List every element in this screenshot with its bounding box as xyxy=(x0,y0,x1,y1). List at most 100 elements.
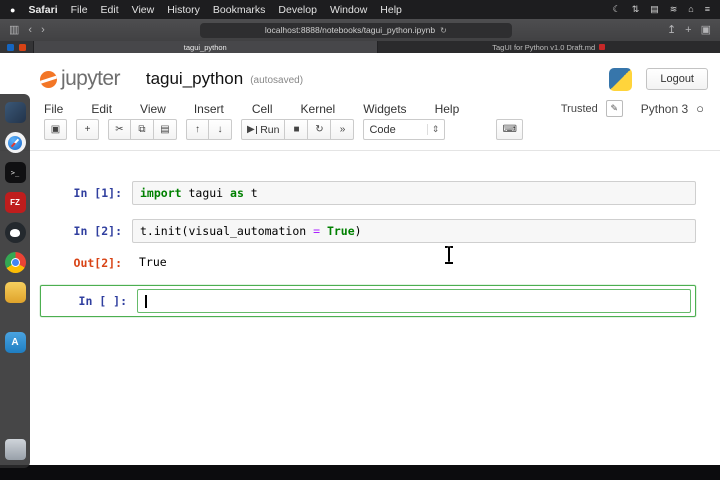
jupyter-logo[interactable]: jupyter xyxy=(40,67,120,91)
plus-icon: + xyxy=(84,124,91,135)
code-token: t.init(visual_automation xyxy=(140,224,314,238)
paste-icon: ▤ xyxy=(160,124,170,135)
arrow-up-icon: ↑ xyxy=(195,124,200,135)
nbmenu-cell[interactable]: Cell xyxy=(252,102,273,116)
code-cell-1[interactable]: In [1]: import tagui as t xyxy=(40,181,696,205)
notebook-title[interactable]: tagui_python xyxy=(146,69,243,89)
menu-develop[interactable]: Develop xyxy=(278,4,317,16)
apple-menu-icon[interactable]: ● xyxy=(10,5,15,15)
safari-app-icon[interactable] xyxy=(4,132,26,153)
menu-app-name[interactable]: Safari xyxy=(28,4,57,16)
battery-icon[interactable]: ▤ xyxy=(650,4,659,15)
code-token: True xyxy=(326,224,355,238)
nbmenu-view[interactable]: View xyxy=(140,102,166,116)
share-icon[interactable]: ↥ xyxy=(667,24,676,36)
python-logo-icon xyxy=(609,67,633,91)
filezilla-app-icon[interactable]: FZ xyxy=(4,192,26,213)
tab-tagui-draft[interactable]: TagUI for Python v1.0 Draft.md xyxy=(376,41,720,53)
edit-title-button[interactable]: ✎ xyxy=(605,100,623,117)
interrupt-kernel-button[interactable]: ■ xyxy=(285,119,309,140)
copy-cell-button[interactable]: ⧉ xyxy=(131,119,154,140)
menu-history[interactable]: History xyxy=(167,4,200,16)
appstore-app-icon[interactable]: A xyxy=(4,332,26,353)
add-cell-button[interactable]: + xyxy=(76,119,99,140)
tab-favicon xyxy=(599,44,606,50)
chrome-app-icon[interactable] xyxy=(4,252,26,273)
code-input-3[interactable] xyxy=(137,289,691,313)
wifi-icon[interactable]: ≋ xyxy=(670,4,678,15)
move-cell-up-button[interactable]: ↑ xyxy=(186,119,209,140)
trash-icon[interactable] xyxy=(4,439,26,460)
menu-window[interactable]: Window xyxy=(330,4,367,16)
editor-app-icon[interactable] xyxy=(4,282,26,303)
back-icon[interactable]: ‹ xyxy=(28,24,32,36)
browser-toolbar: ▥ ‹ › localhost:8888/notebooks/tagui_pyt… xyxy=(0,19,720,41)
code-cell-2[interactable]: In [2]: t.init(visual_automation = True) xyxy=(40,219,696,243)
tab-tagui-python[interactable]: tagui_python xyxy=(33,41,377,53)
toolbar-divider xyxy=(0,150,720,151)
menu-help[interactable]: Help xyxy=(380,4,402,16)
tab-overview-icon[interactable]: ▣ xyxy=(701,24,711,36)
new-tab-icon[interactable]: + xyxy=(685,24,691,36)
nbmenu-help[interactable]: Help xyxy=(435,102,460,116)
code-input-1[interactable]: import tagui as t xyxy=(132,181,696,205)
reload-icon[interactable]: ↻ xyxy=(440,26,447,35)
url-text: localhost:8888/notebooks/tagui_python.ip… xyxy=(264,25,436,35)
menu-view[interactable]: View xyxy=(132,4,155,16)
keyboard-icon: ⌨ xyxy=(502,124,517,135)
jupyter-notebook-page: jupyter tagui_python (autosaved) Logout … xyxy=(0,53,720,465)
address-bar[interactable]: localhost:8888/notebooks/tagui_python.ip… xyxy=(199,22,512,38)
pinned-tabs xyxy=(0,41,33,53)
output-prompt: Out[2]: xyxy=(73,256,122,270)
fast-forward-icon: » xyxy=(339,124,346,135)
nbmenu-widgets[interactable]: Widgets xyxy=(363,102,406,116)
paste-cell-button[interactable]: ▤ xyxy=(154,119,177,140)
output-value: True xyxy=(139,255,167,269)
sidebar-toggle-icon[interactable]: ▥ xyxy=(9,24,19,36)
menu-bookmarks[interactable]: Bookmarks xyxy=(213,4,266,16)
jupyter-logo-text: jupyter xyxy=(61,67,120,90)
spotlight-icon[interactable]: ⌂ xyxy=(688,4,693,15)
sync-icon[interactable]: ⇅ xyxy=(632,4,640,15)
forward-icon[interactable]: › xyxy=(41,24,45,36)
nbmenu-kernel[interactable]: Kernel xyxy=(301,102,336,116)
pinned-tab-icon-blue[interactable] xyxy=(7,43,14,51)
input-prompt: In [1]: xyxy=(73,186,122,200)
notebook-cells: In [1]: import tagui as t In [2]: t.init… xyxy=(40,181,696,317)
compass-icon xyxy=(8,135,22,150)
cell-type-select[interactable]: Code ⇕ xyxy=(363,119,446,140)
restart-kernel-button[interactable]: ↻ xyxy=(308,119,332,140)
run-cell-button[interactable]: ▶ Run xyxy=(241,119,286,140)
nbmenu-edit[interactable]: Edit xyxy=(91,102,112,116)
selected-empty-cell[interactable]: In [ ]: xyxy=(40,285,696,317)
notebook-header: jupyter tagui_python (autosaved) Logout xyxy=(40,60,708,98)
moon-icon[interactable]: ☾ xyxy=(613,4,621,15)
pinned-tab-icon-red[interactable] xyxy=(19,43,26,51)
menu-edit[interactable]: Edit xyxy=(101,4,119,16)
trusted-label: Trusted xyxy=(560,102,598,115)
appstore-glyph: A xyxy=(11,337,19,348)
code-token: ) xyxy=(354,224,362,238)
filezilla-glyph: FZ xyxy=(10,198,20,207)
jupyter-logo-icon xyxy=(40,70,57,88)
cut-cell-button[interactable]: ✂ xyxy=(108,119,131,140)
restart-run-all-button[interactable]: » xyxy=(331,119,355,140)
output-area-2: Out[2]: True xyxy=(40,251,696,273)
text-caret xyxy=(145,295,147,308)
menu-file[interactable]: File xyxy=(71,4,88,16)
github-app-icon[interactable] xyxy=(4,222,26,243)
terminal-glyph: >_ xyxy=(10,168,20,177)
nbmenu-file[interactable]: File xyxy=(44,102,63,116)
code-input-2[interactable]: t.init(visual_automation = True) xyxy=(132,219,696,243)
logout-button[interactable]: Logout xyxy=(646,68,708,90)
command-palette-button[interactable]: ⌨ xyxy=(496,119,523,140)
terminal-app-icon[interactable]: >_ xyxy=(4,162,26,183)
notification-center-icon[interactable]: ≡ xyxy=(705,4,710,15)
save-button[interactable]: ▣ xyxy=(44,119,67,140)
nbmenu-insert[interactable]: Insert xyxy=(194,102,224,116)
code-token: tagui xyxy=(181,186,231,200)
finder-app-icon[interactable] xyxy=(4,102,26,123)
code-cell-3[interactable]: In [ ]: xyxy=(45,289,691,313)
kernel-name[interactable]: Python 3 xyxy=(641,102,688,116)
move-cell-down-button[interactable]: ↓ xyxy=(209,119,232,140)
